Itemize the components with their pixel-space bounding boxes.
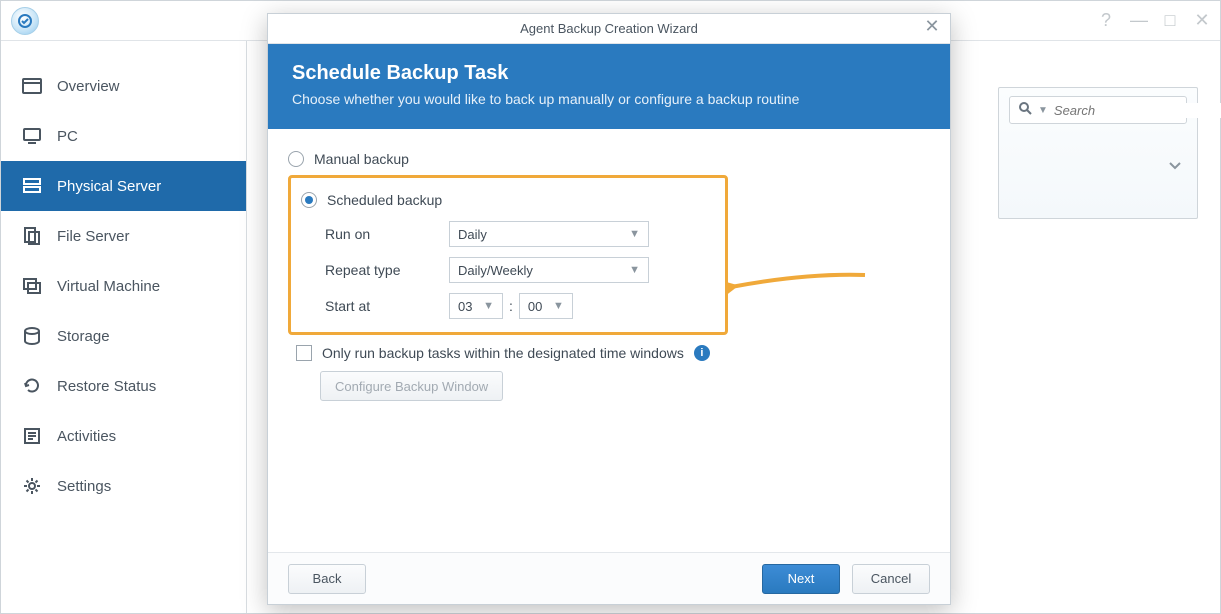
outer-window-controls: ? — □ ✕ [1098,10,1210,31]
sidebar-item-overview[interactable]: Overview [1,61,246,111]
caret-down-icon: ▼ [629,228,640,240]
search-bar[interactable]: ▼ [1009,96,1187,124]
caret-down-icon: ▼ [629,264,640,276]
time-window-row[interactable]: Only run backup tasks within the designa… [296,345,930,361]
modal-title: Agent Backup Creation Wizard [520,21,698,36]
search-icon [1018,101,1032,120]
repeat-type-select[interactable]: Daily/Weekly ▼ [449,257,649,283]
back-button[interactable]: Back [288,564,366,594]
sidebar-item-label: Settings [57,478,111,495]
sidebar-item-pc[interactable]: PC [1,111,246,161]
storage-icon [21,325,43,347]
wizard-modal: Agent Backup Creation Wizard ✕ Schedule … [267,13,951,605]
modal-body: Manual backup Scheduled backup Run on Da… [268,129,950,552]
start-min-select[interactable]: 00 ▼ [519,293,573,319]
caret-down-icon: ▼ [483,300,494,312]
refresh-check-icon [17,13,33,29]
next-button[interactable]: Next [762,564,840,594]
search-dropdown-caret[interactable]: ▼ [1038,105,1048,116]
configure-window-button: Configure Backup Window [320,371,503,401]
sidebar-item-label: Virtual Machine [57,278,160,295]
caret-down-icon: ▼ [553,300,564,312]
right-panel: ▼ [998,87,1198,219]
search-input[interactable] [1054,103,1221,118]
minimize-icon[interactable]: — [1130,10,1146,31]
gear-icon [21,475,43,497]
info-icon[interactable]: i [694,345,710,361]
sidebar-item-storage[interactable]: Storage [1,311,246,361]
server-icon [21,175,43,197]
overview-icon [21,75,43,97]
manual-backup-radio[interactable] [288,151,304,167]
start-min-value: 00 [528,299,542,314]
sidebar-item-label: PC [57,128,78,145]
modal-footer: Back Next Cancel [268,552,950,604]
time-window-checkbox[interactable] [296,345,312,361]
repeat-type-value: Daily/Weekly [458,263,533,278]
cancel-button[interactable]: Cancel [852,564,930,594]
modal-close-button[interactable]: ✕ [920,16,944,40]
sidebar-item-settings[interactable]: Settings [1,461,246,511]
close-icon[interactable]: ✕ [1194,10,1210,31]
run-on-row: Run on Daily ▼ [301,218,715,250]
start-at-label: Start at [301,298,449,314]
scheduled-box-highlight: Scheduled backup Run on Daily ▼ Repeat t… [288,175,728,335]
outer-window: ? — □ ✕ Overview PC Physical Server File… [0,0,1221,614]
scheduled-backup-radio[interactable] [301,192,317,208]
sidebar-item-virtual-machine[interactable]: Virtual Machine [1,261,246,311]
modal-titlebar: Agent Backup Creation Wizard ✕ [268,14,950,44]
scheduled-backup-radio-row[interactable]: Scheduled backup [301,186,715,214]
sidebar-item-label: Physical Server [57,178,161,195]
start-hour-value: 03 [458,299,472,314]
app-icon [11,7,39,35]
sidebar-item-label: File Server [57,228,130,245]
start-hour-select[interactable]: 03 ▼ [449,293,503,319]
manual-backup-label: Manual backup [314,151,409,167]
sidebar-item-file-server[interactable]: File Server [1,211,246,261]
vm-icon [21,275,43,297]
sidebar-item-label: Storage [57,328,110,345]
chevron-down-icon[interactable] [1167,157,1183,178]
restore-icon [21,375,43,397]
modal-banner: Schedule Backup Task Choose whether you … [268,44,950,129]
maximize-icon[interactable]: □ [1162,10,1178,31]
sidebar-item-label: Overview [57,78,120,95]
pc-icon [21,125,43,147]
modal-subheading: Choose whether you would like to back up… [292,91,926,107]
start-at-row: Start at 03 ▼ : 00 ▼ [301,290,715,322]
repeat-type-row: Repeat type Daily/Weekly ▼ [301,254,715,286]
scheduled-backup-label: Scheduled backup [327,192,442,208]
sidebar-item-physical-server[interactable]: Physical Server [1,161,246,211]
manual-backup-radio-row[interactable]: Manual backup [288,145,930,173]
run-on-label: Run on [301,226,449,242]
repeat-type-label: Repeat type [301,262,449,278]
sidebar-item-activities[interactable]: Activities [1,411,246,461]
help-icon[interactable]: ? [1098,10,1114,31]
modal-heading: Schedule Backup Task [292,62,926,85]
run-on-value: Daily [458,227,487,242]
activities-icon [21,425,43,447]
sidebar-item-label: Restore Status [57,378,156,395]
time-window-label: Only run backup tasks within the designa… [322,345,684,361]
time-colon: : [509,298,513,314]
run-on-select[interactable]: Daily ▼ [449,221,649,247]
sidebar-item-label: Activities [57,428,116,445]
file-server-icon [21,225,43,247]
sidebar-item-restore-status[interactable]: Restore Status [1,361,246,411]
sidebar: Overview PC Physical Server File Server … [1,41,247,613]
